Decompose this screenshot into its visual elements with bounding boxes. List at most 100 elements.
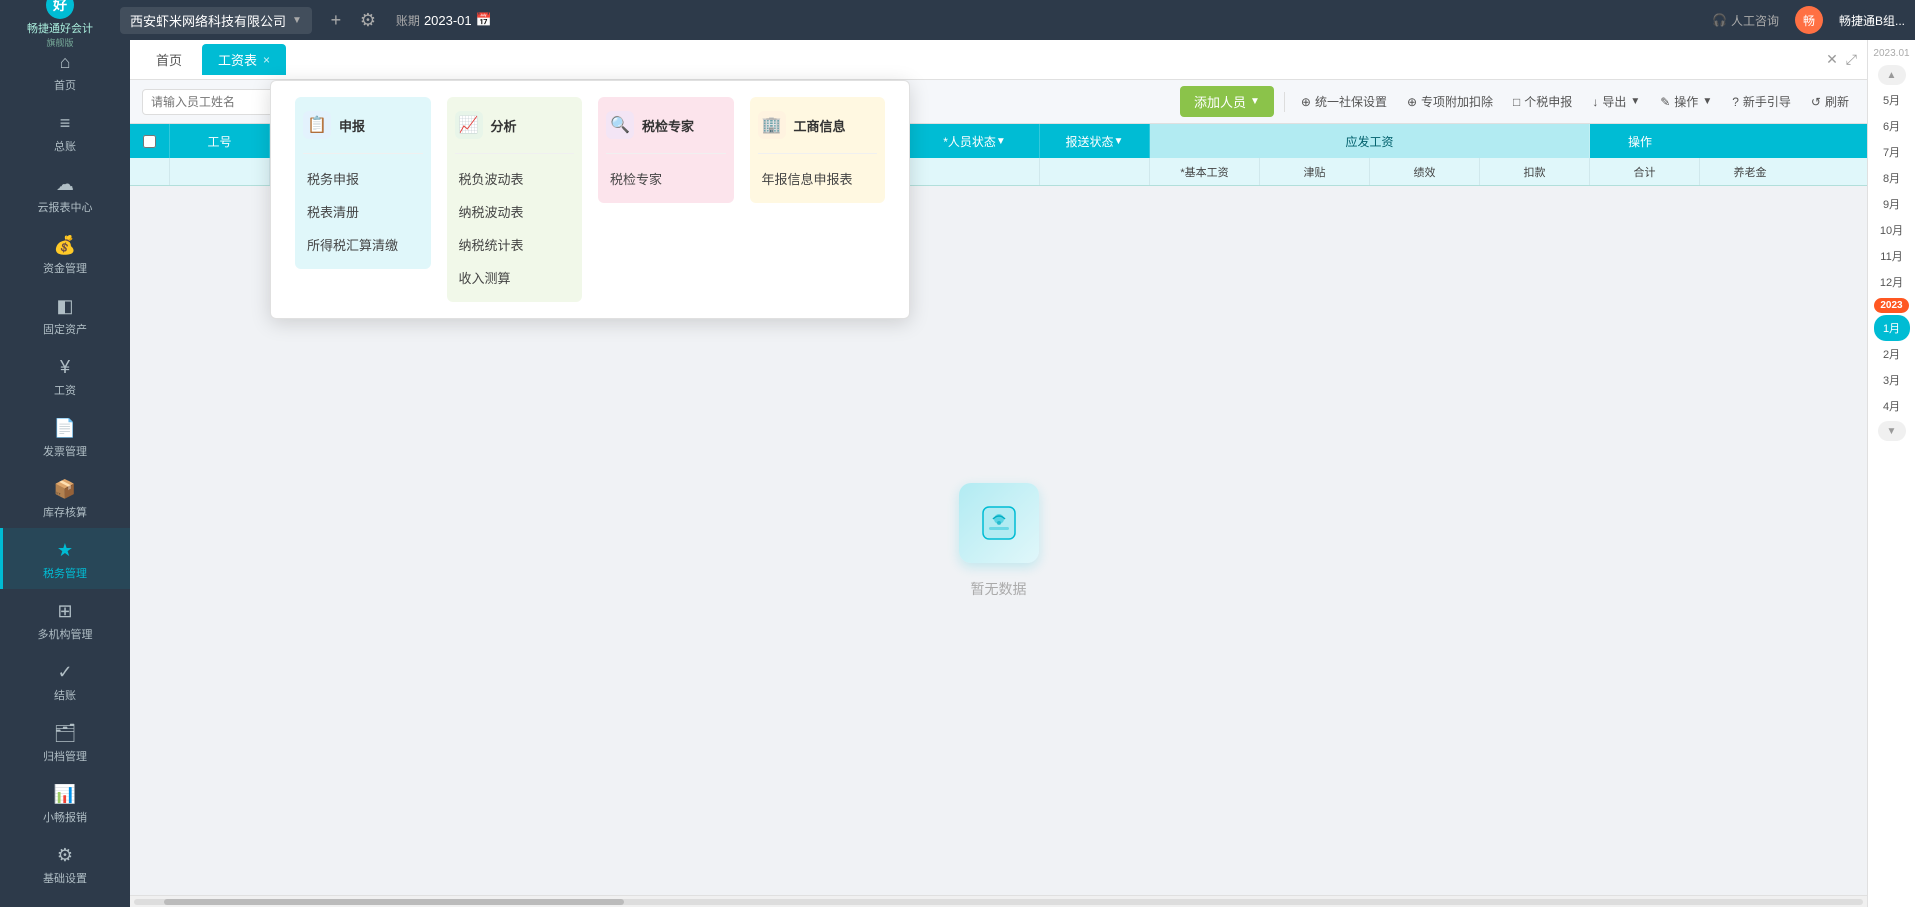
timeline-month-10[interactable]: 10月 [1868,217,1915,243]
sidebar-item-settings[interactable]: ⚙ 基础设置 [0,833,130,894]
action-refresh[interactable]: ↺ 刷新 [1805,89,1855,114]
social-security-icon: ⊕ [1301,95,1311,109]
refresh-icon: ↺ [1811,95,1821,109]
item-income-estimate[interactable]: 收入测算 [455,261,575,294]
tab-close-window-icon[interactable]: ✕ [1826,51,1838,68]
timeline-month-3[interactable]: 3月 [1868,367,1915,393]
action-operate[interactable]: ✎ 操作 ▼ [1654,89,1718,114]
shenbo-icon: 📋 [303,111,331,139]
gongshang-bg: 🏢 工商信息 年报信息申报表 [750,97,886,203]
th-checkbox[interactable] [130,124,170,158]
sidebar-item-multi-org[interactable]: ⊞ 多机构管理 [0,589,130,650]
sidebar-item-settings-label: 基础设置 [43,870,87,886]
th2-total: 合计 [1590,158,1700,185]
timeline-scroll-up[interactable]: ▲ [1878,65,1906,85]
item-tax-expert[interactable]: 税检专家 [606,162,726,195]
empty-icon [959,483,1039,563]
timeline-month-11[interactable]: 11月 [1868,243,1915,269]
company-selector[interactable]: 西安虾米网络科技有限公司 ▼ [120,7,312,34]
action-tax-filing[interactable]: □ 个税申报 [1507,89,1578,114]
company-name: 西安虾米网络科技有限公司 [130,11,286,30]
th2-deduction: 扣款 [1480,158,1590,185]
timeline-month-5[interactable]: 5月 [1868,87,1915,113]
content-area: 首页 工资表 × ✕ ⤢ 🔍 添加人员 ▼ ⊕ 统 [130,40,1867,907]
action-export[interactable]: ↓ 导出 ▼ [1586,89,1646,114]
operate-arrow: ▼ [1702,96,1712,107]
tab-payroll-label: 工资表 [218,50,257,69]
ledger-icon: ≡ [60,113,71,134]
sidebar-item-invoice-label: 发票管理 [43,443,87,459]
guide-toolbar-label: 新手引导 [1743,93,1791,110]
timeline-month-9[interactable]: 9月 [1868,191,1915,217]
cloud-icon: ☁ [56,174,74,195]
bottom-scrollbar[interactable] [130,895,1867,907]
timeline-month-12[interactable]: 12月 [1868,269,1915,295]
help-button[interactable]: 🎧 人工咨询 [1712,12,1779,29]
shuijian-divider [606,153,726,154]
action-social-security[interactable]: ⊕ 统一社保设置 [1295,89,1393,114]
deduction-icon: ⊕ [1407,95,1417,109]
tab-restore-icon[interactable]: ⤢ [1846,51,1857,68]
th-employee-id: 工号 [170,124,270,158]
sidebar-item-cloud-label: 云报表中心 [38,199,93,215]
item-tax-table[interactable]: 税表清册 [303,195,423,228]
th-payroll-section: 应发工资 [1150,124,1590,158]
settings-icon[interactable]: ⚙ [356,8,380,32]
item-tax-burden-wave[interactable]: 税负波动表 [455,162,575,195]
timeline-month-7[interactable]: 7月 [1868,139,1915,165]
action-deduction[interactable]: ⊕ 专项附加扣除 [1401,89,1499,114]
sidebar-item-funds[interactable]: 💰 资金管理 [0,223,130,284]
guide-toolbar-icon: ? [1732,95,1739,109]
action-guide[interactable]: ? 新手引导 [1726,89,1797,114]
sidebar-item-payroll[interactable]: ¥ 工资 [0,345,130,406]
gongshang-icon: 🏢 [758,111,786,139]
sidebar-item-inventory[interactable]: 📦 库存核算 [0,467,130,528]
headset-icon: 🎧 [1712,13,1727,27]
assets-icon: ◧ [56,296,73,317]
operate-icon: ✎ [1660,95,1670,109]
user-name[interactable]: 畅捷通B组... [1839,12,1905,29]
sidebar-item-closing[interactable]: ✓ 结账 [0,650,130,711]
sidebar-item-expense[interactable]: 📊 小畅报销 [0,772,130,833]
timeline-month-4[interactable]: 4月 [1868,393,1915,419]
th2-employee-id [170,158,270,185]
item-tax-filing[interactable]: 税务申报 [303,162,423,195]
sidebar-item-guide[interactable]: ▶ 新手引导 [0,894,130,907]
sidebar-item-ledger[interactable]: ≡ 总账 [0,101,130,162]
timeline-current-year-badge: 2023 [1874,295,1908,315]
item-annual-report[interactable]: 年报信息申报表 [758,162,878,195]
timeline-scroll-down[interactable]: ▼ [1878,421,1906,441]
deduction-label: 专项附加扣除 [1421,93,1493,110]
th-operation: 操作 [1590,124,1690,158]
item-tax-stats[interactable]: 纳税统计表 [455,228,575,261]
add-person-button[interactable]: 添加人员 ▼ [1180,86,1274,117]
calendar-icon[interactable]: 📅 [476,12,492,28]
item-income-tax[interactable]: 所得税汇算清缴 [303,228,423,261]
th-report-status[interactable]: 报送状态 ▼ [1040,124,1150,158]
timeline-month-6[interactable]: 6月 [1868,113,1915,139]
th2-allowance: 津贴 [1260,158,1370,185]
sidebar-item-cloud[interactable]: ☁ 云报表中心 [0,162,130,223]
timeline-month-1[interactable]: 1月 [1874,315,1910,341]
tab-home[interactable]: 首页 [140,44,198,75]
top-bar-add-btn[interactable]: + ⚙ [324,8,380,32]
sidebar-item-home[interactable]: ⌂ 首页 [0,40,130,101]
fenxi-icon: 📈 [455,111,483,139]
item-tax-wave[interactable]: 纳税波动表 [455,195,575,228]
sidebar-item-invoice[interactable]: 📄 发票管理 [0,406,130,467]
tab-payroll[interactable]: 工资表 × [202,44,286,75]
timeline-month-2[interactable]: 2月 [1868,341,1915,367]
top-bar: 好 畅捷通好会计 旗舰版 西安虾米网络科技有限公司 ▼ + ⚙ 账期 2023-… [0,0,1915,40]
add-icon[interactable]: + [324,8,348,32]
scroll-thumb[interactable] [164,899,624,905]
sidebar-item-funds-label: 资金管理 [43,260,87,276]
dropdown-section-fenxi: 📈 分析 税负波动表 纳税波动表 纳税统计表 收入测算 [439,97,591,302]
th-status[interactable]: *人员状态 ▼ [910,124,1040,158]
tab-close-icon[interactable]: × [263,53,270,67]
sidebar-item-tax[interactable]: ★ 税务管理 [0,528,130,589]
sidebar-item-archive[interactable]: 🗂 归档管理 [0,711,130,772]
sidebar-item-assets[interactable]: ◧ 固定资产 [0,284,130,345]
timeline-month-8[interactable]: 8月 [1868,165,1915,191]
dropdown-section-shenbo: 📋 申报 税务申报 税表清册 所得税汇算清缴 [287,97,439,302]
select-all-checkbox[interactable] [143,135,156,148]
